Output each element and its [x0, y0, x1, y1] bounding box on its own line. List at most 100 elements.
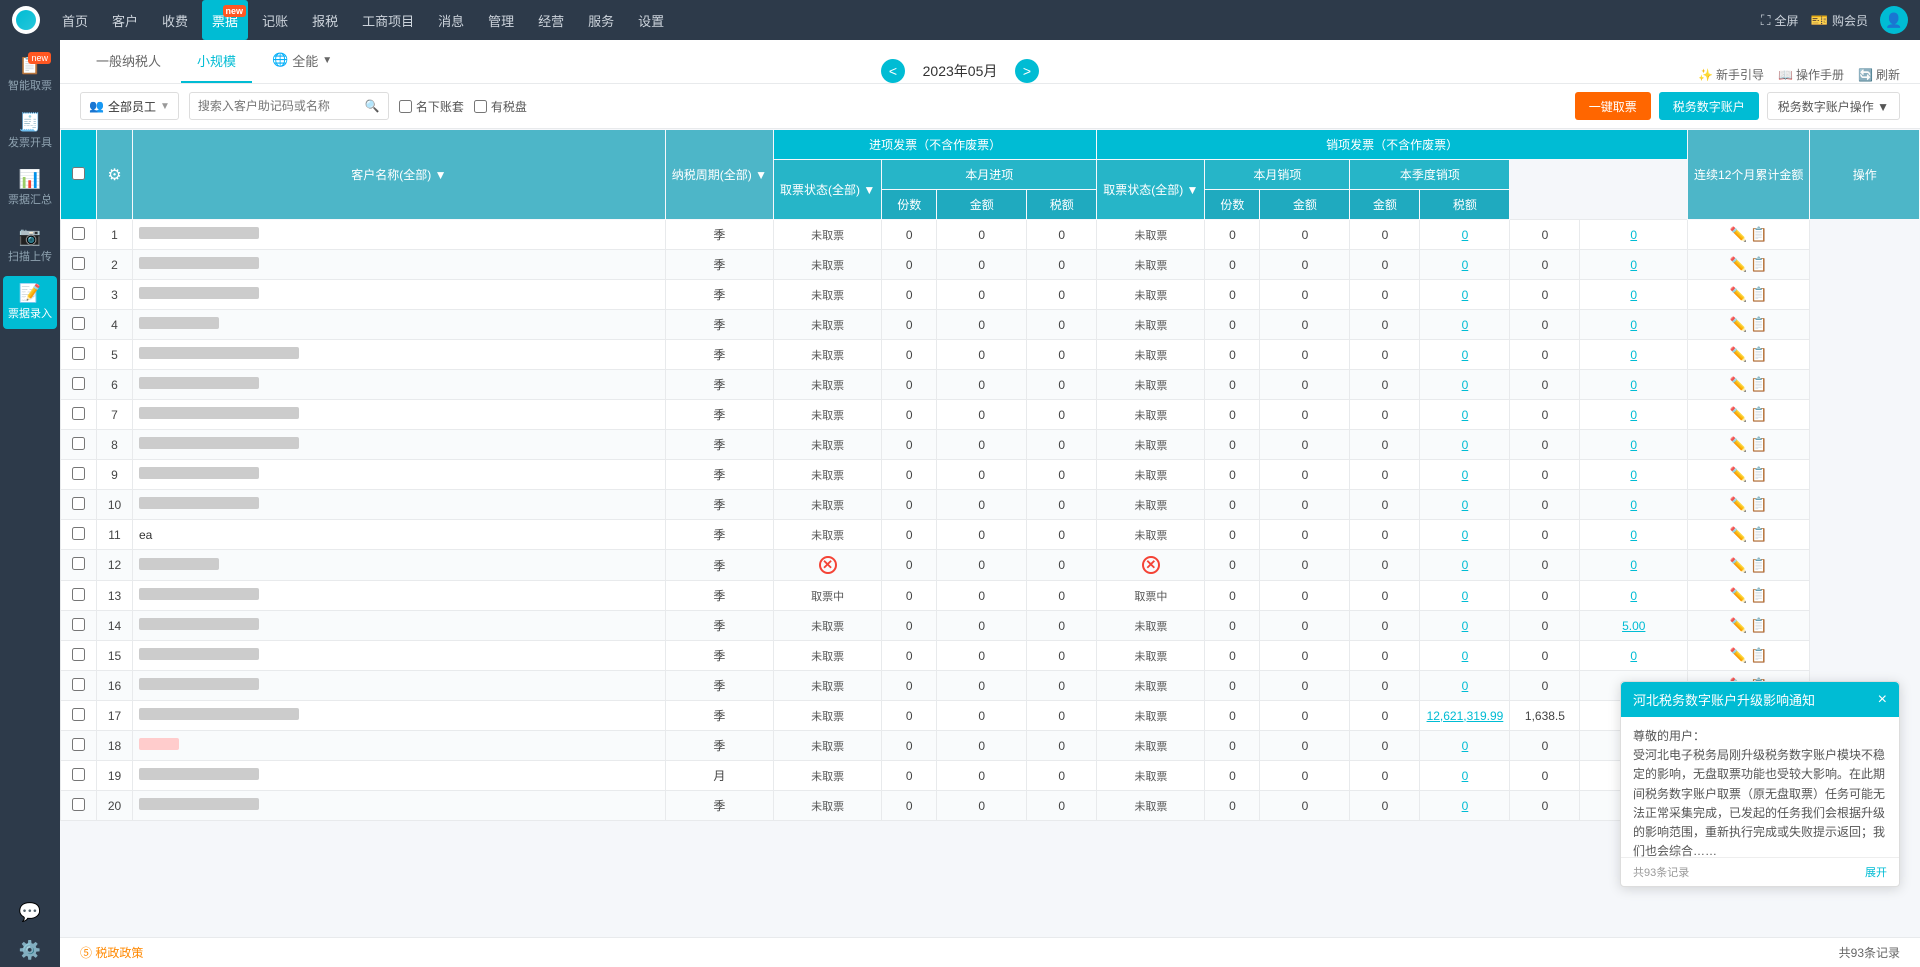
consec-link[interactable]: 0 — [1630, 378, 1637, 392]
copy-icon[interactable]: 📋 — [1750, 647, 1767, 663]
edit-icon[interactable]: ✏️ — [1730, 496, 1747, 512]
select-all-checkbox[interactable] — [72, 167, 85, 180]
row-checkbox[interactable] — [72, 467, 85, 480]
copy-icon[interactable]: 📋 — [1750, 256, 1767, 272]
copy-icon[interactable]: 📋 — [1750, 226, 1767, 242]
edit-icon[interactable]: ✏️ — [1730, 406, 1747, 422]
copy-icon[interactable]: 📋 — [1750, 346, 1767, 362]
row-checkbox[interactable] — [72, 437, 85, 450]
rebate-amount-link[interactable]: 0 — [1462, 258, 1469, 272]
nav-fee[interactable]: 收费 — [152, 0, 198, 40]
notif-expand-link[interactable]: 展开 — [1865, 864, 1887, 880]
digital-account-btn[interactable]: 税务数字账户 — [1659, 92, 1759, 120]
row-checkbox[interactable] — [72, 377, 85, 390]
rebate-amount-link[interactable]: 0 — [1462, 438, 1469, 452]
nav-service[interactable]: 服务 — [578, 0, 624, 40]
employee-select[interactable]: 👥 全部员工 ▼ — [80, 92, 179, 120]
consec-link[interactable]: 0 — [1630, 468, 1637, 482]
consec-link[interactable]: 5.00 — [1622, 619, 1645, 633]
new-guide-link[interactable]: ✨ 新手引导 — [1698, 66, 1764, 83]
row-checkbox[interactable] — [72, 527, 85, 540]
nav-manage[interactable]: 管理 — [478, 0, 524, 40]
edit-icon[interactable]: ✏️ — [1730, 376, 1747, 392]
sidebar-item-chat[interactable]: 💬 — [3, 895, 57, 929]
edit-icon[interactable]: ✏️ — [1730, 526, 1747, 542]
sidebar-item-scan[interactable]: 📷 扫描上传 — [3, 219, 57, 272]
row-checkbox[interactable] — [72, 588, 85, 601]
period-prev-btn[interactable]: < — [881, 59, 905, 83]
period-next-btn[interactable]: > — [1015, 59, 1039, 83]
edit-icon[interactable]: ✏️ — [1730, 557, 1747, 573]
nav-operation[interactable]: 经营 — [528, 0, 574, 40]
copy-icon[interactable]: 📋 — [1750, 617, 1767, 633]
edit-icon[interactable]: ✏️ — [1730, 466, 1747, 482]
row-checkbox[interactable] — [72, 257, 85, 270]
search-input[interactable] — [198, 99, 361, 113]
manual-link[interactable]: 📖 操作手册 — [1778, 66, 1844, 83]
user-avatar[interactable]: 👤 — [1880, 6, 1908, 34]
sidebar-item-settings[interactable]: ⚙️ — [3, 933, 57, 967]
rebate-amount-link[interactable]: 0 — [1462, 528, 1469, 542]
has-tax-checkbox-label[interactable]: 有税盘 — [474, 98, 527, 115]
consec-link[interactable]: 0 — [1630, 498, 1637, 512]
sidebar-item-entry[interactable]: 📝 票据录入 — [3, 276, 57, 329]
rebate-amount-link[interactable]: 0 — [1462, 288, 1469, 302]
consec-link[interactable]: 0 — [1630, 649, 1637, 663]
edit-icon[interactable]: ✏️ — [1730, 316, 1747, 332]
sidebar-item-smart-fetch[interactable]: 📋 智能取票 new — [3, 48, 57, 101]
row-checkbox[interactable] — [72, 227, 85, 240]
nav-invoice[interactable]: 票据 new — [202, 0, 248, 40]
tax-policy-link[interactable]: ⑤ 税政政策 — [80, 944, 143, 961]
edit-icon[interactable]: ✏️ — [1730, 226, 1747, 242]
tab-general-taxpayer[interactable]: 一般纳税人 — [80, 40, 177, 83]
consec-link[interactable]: 0 — [1630, 438, 1637, 452]
consec-link[interactable]: 0 — [1630, 408, 1637, 422]
nav-accounting[interactable]: 记账 — [252, 0, 298, 40]
consec-link[interactable]: 0 — [1630, 589, 1637, 603]
edit-icon[interactable]: ✏️ — [1730, 436, 1747, 452]
rebate-amount-link[interactable]: 0 — [1462, 468, 1469, 482]
row-checkbox[interactable] — [72, 557, 85, 570]
sidebar-item-summary[interactable]: 📊 票据汇总 — [3, 162, 57, 215]
consec-link[interactable]: 0 — [1630, 318, 1637, 332]
col-header-period[interactable]: 纳税周期(全部) ▼ — [665, 130, 773, 220]
search-icon[interactable]: 🔍 — [365, 99, 380, 113]
copy-icon[interactable]: 📋 — [1750, 557, 1767, 573]
fullscreen-btn[interactable]: ⛶ 全屏 — [1761, 12, 1799, 29]
copy-icon[interactable]: 📋 — [1750, 316, 1767, 332]
copy-icon[interactable]: 📋 — [1750, 406, 1767, 422]
nav-settings[interactable]: 设置 — [628, 0, 674, 40]
row-checkbox[interactable] — [72, 347, 85, 360]
consec-link[interactable]: 0 — [1630, 258, 1637, 272]
edit-icon[interactable]: ✏️ — [1730, 346, 1747, 362]
edit-icon[interactable]: ✏️ — [1730, 256, 1747, 272]
rebate-amount-link[interactable]: 0 — [1462, 498, 1469, 512]
has-tax-checkbox[interactable] — [474, 100, 487, 113]
row-checkbox[interactable] — [72, 618, 85, 631]
rebate-amount-link[interactable]: 0 — [1462, 649, 1469, 663]
nav-home[interactable]: 首页 — [52, 0, 98, 40]
edit-icon[interactable]: ✏️ — [1730, 647, 1747, 663]
notif-close-btn[interactable]: × — [1878, 692, 1887, 708]
copy-icon[interactable]: 📋 — [1750, 526, 1767, 542]
row-checkbox[interactable] — [72, 407, 85, 420]
edit-icon[interactable]: ✏️ — [1730, 617, 1747, 633]
copy-icon[interactable]: 📋 — [1750, 376, 1767, 392]
consec-link[interactable]: 0 — [1630, 528, 1637, 542]
row-checkbox[interactable] — [72, 798, 85, 811]
row-checkbox[interactable] — [72, 738, 85, 751]
row-checkbox[interactable] — [72, 768, 85, 781]
rebate-amount-link[interactable]: 0 — [1462, 228, 1469, 242]
rebate-amount-link[interactable]: 12,621,319.99 — [1427, 709, 1504, 723]
nav-message[interactable]: 消息 — [428, 0, 474, 40]
rebate-amount-link[interactable]: 0 — [1462, 589, 1469, 603]
consec-link[interactable]: 0 — [1630, 228, 1637, 242]
edit-icon[interactable]: ✏️ — [1730, 286, 1747, 302]
my-accounts-checkbox[interactable] — [399, 100, 412, 113]
edit-icon[interactable]: ✏️ — [1730, 587, 1747, 603]
row-checkbox[interactable] — [72, 678, 85, 691]
rebate-amount-link[interactable]: 0 — [1462, 679, 1469, 693]
copy-icon[interactable]: 📋 — [1750, 436, 1767, 452]
in-status-header[interactable]: 取票状态(全部) ▼ — [774, 160, 882, 220]
rebate-amount-link[interactable]: 0 — [1462, 408, 1469, 422]
